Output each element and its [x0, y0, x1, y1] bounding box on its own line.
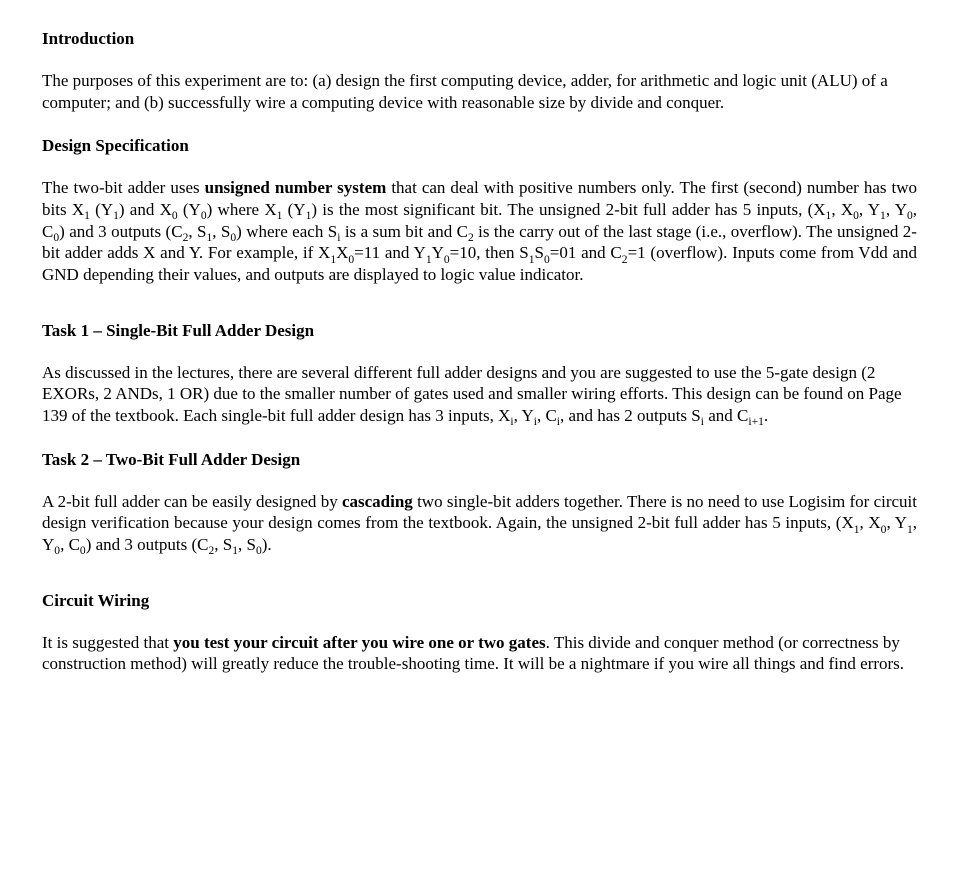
text-run: (Y: [282, 200, 305, 219]
bold-run: cascading: [342, 492, 413, 511]
subscript: 0: [853, 209, 859, 222]
heading-design-spec: Design Specification: [42, 135, 917, 157]
text-run: ) where each S: [236, 222, 337, 241]
subscript: 1: [826, 209, 832, 222]
text-run: =11 and Y: [354, 243, 426, 262]
subscript: 1: [84, 209, 90, 222]
document-page: Introduction The purposes of this experi…: [0, 0, 959, 891]
subscript: i: [337, 231, 340, 244]
subscript: 0: [54, 544, 60, 557]
paragraph-circuit-wiring: It is suggested that you test your circu…: [42, 632, 917, 676]
text-run: S: [535, 243, 544, 262]
subscript: 0: [881, 523, 887, 536]
text-run: , S: [188, 222, 206, 241]
text-run: X: [336, 243, 348, 262]
text-run: The purposes of this experiment are to: …: [42, 71, 888, 112]
text-run: and C: [704, 406, 748, 425]
text-run: , X: [831, 200, 853, 219]
text-run: , C: [537, 406, 557, 425]
text-run: , S: [238, 535, 256, 554]
text-run: =10, then S: [450, 243, 529, 262]
subscript: 2: [208, 544, 214, 557]
text-run: (Y: [90, 200, 113, 219]
heading-introduction: Introduction: [42, 28, 917, 50]
text-run: , Y: [886, 200, 907, 219]
text-run: The two-bit adder uses: [42, 178, 205, 197]
subscript: 2: [183, 231, 189, 244]
text-run: , C: [60, 535, 80, 554]
subscript: 1: [854, 523, 860, 536]
subscript: i+1: [748, 415, 764, 428]
text-run: .: [764, 406, 768, 425]
bold-run: unsigned number system: [205, 178, 387, 197]
paragraph-task2: A 2-bit full adder can be easily designe…: [42, 491, 917, 556]
subscript: 0: [172, 209, 178, 222]
text-run: ) and 3 outputs (C: [86, 535, 209, 554]
text-run: (Y: [178, 200, 201, 219]
text-run: As discussed in the lectures, there are …: [42, 363, 902, 426]
heading-task1: Task 1 – Single-Bit Full Adder Design: [42, 320, 917, 342]
subscript: 1: [206, 231, 212, 244]
text-run: A 2-bit full adder can be easily designe…: [42, 492, 342, 511]
text-run: , and has 2 outputs S: [560, 406, 701, 425]
text-run: , X: [860, 513, 881, 532]
text-run: , S: [212, 222, 230, 241]
subscript: i: [534, 415, 537, 428]
text-run: ) and X: [119, 200, 172, 219]
paragraph-task1: As discussed in the lectures, there are …: [42, 362, 917, 427]
subscript: 1: [232, 544, 238, 557]
text-run: , Y: [886, 513, 907, 532]
subscript: 1: [529, 253, 535, 266]
subscript: 0: [256, 544, 262, 557]
subscript: 0: [230, 231, 236, 244]
subscript: 0: [444, 253, 450, 266]
subscript: 0: [53, 231, 59, 244]
subscript: 1: [426, 253, 432, 266]
text-run: Y: [432, 243, 444, 262]
subscript: 1: [277, 209, 283, 222]
text-run: is a sum bit and C: [340, 222, 468, 241]
bold-run: you test your circuit after you wire one…: [173, 633, 545, 652]
heading-task2: Task 2 – Two-Bit Full Adder Design: [42, 449, 917, 471]
text-run: , S: [214, 535, 232, 554]
paragraph-design-spec: The two-bit adder uses unsigned number s…: [42, 177, 917, 286]
subscript: 1: [907, 523, 913, 536]
text-run: , Y: [514, 406, 534, 425]
text-run: , Y: [859, 200, 880, 219]
text-run: ).: [262, 535, 272, 554]
heading-circuit-wiring: Circuit Wiring: [42, 590, 917, 612]
text-run: ) and 3 outputs (C: [59, 222, 182, 241]
text-run: It is suggested that: [42, 633, 173, 652]
subscript: i: [557, 415, 560, 428]
subscript: 1: [880, 209, 886, 222]
text-run: =01 and C: [550, 243, 622, 262]
subscript: 0: [80, 544, 86, 557]
text-run: ) where X: [207, 200, 277, 219]
paragraph-intro: The purposes of this experiment are to: …: [42, 70, 917, 114]
text-run: ) is the most significant bit. The unsig…: [311, 200, 825, 219]
subscript: i: [701, 415, 704, 428]
subscript: 2: [622, 253, 628, 266]
subscript: 0: [907, 209, 913, 222]
subscript: 1: [306, 209, 312, 222]
subscript: 1: [330, 253, 336, 266]
subscript: 1: [113, 209, 119, 222]
subscript: i: [510, 415, 513, 428]
subscript: 0: [201, 209, 207, 222]
subscript: 0: [544, 253, 550, 266]
subscript: 0: [348, 253, 354, 266]
subscript: 2: [468, 231, 474, 244]
